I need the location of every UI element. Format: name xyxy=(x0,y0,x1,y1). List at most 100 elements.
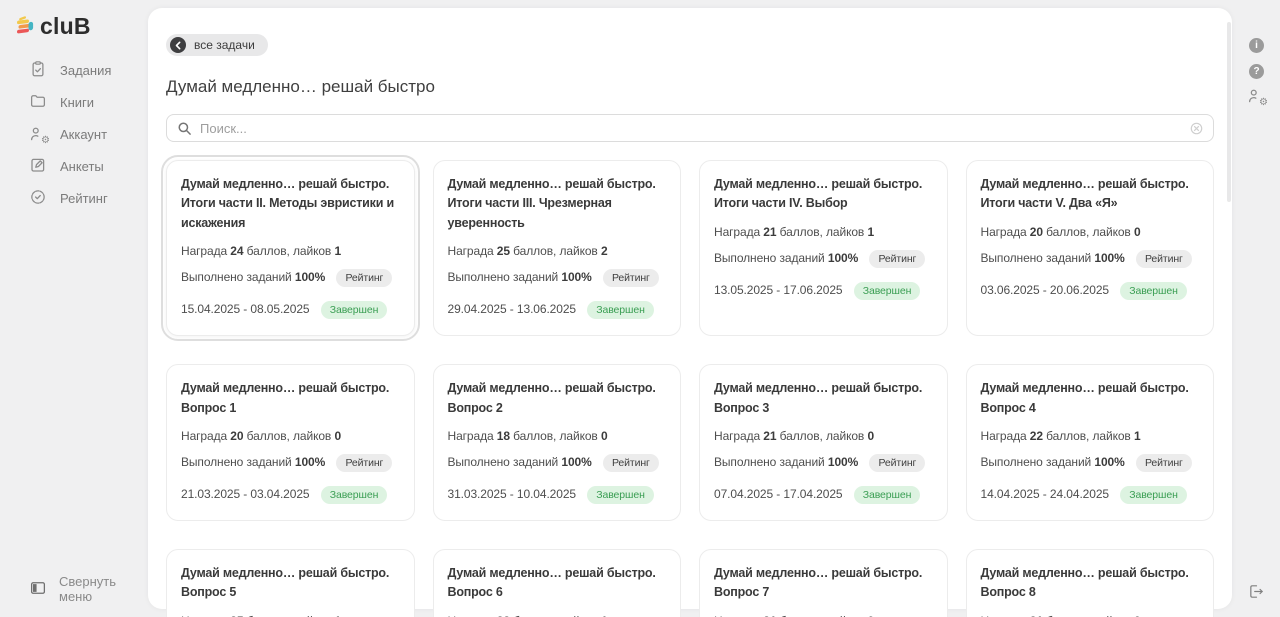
task-card[interactable]: Думай медленно… решай быстро. Итоги част… xyxy=(432,160,681,337)
task-card[interactable]: Думай медленно… решай быстро. Вопрос 7 Н… xyxy=(699,548,948,617)
status-badge: Завершен xyxy=(587,301,654,320)
card-dates-line: 13.05.2025 - 17.06.2025 Завершен xyxy=(714,281,933,300)
card-reward-line: Награда 25 баллов, лайков 2 xyxy=(447,244,608,259)
card-dates: 13.05.2025 - 17.06.2025 xyxy=(714,282,843,297)
card-progress-line: Выполнено заданий 100% Рейтинг xyxy=(981,249,1200,268)
user-gear-icon: ⚙ xyxy=(29,125,50,146)
back-arrow-icon xyxy=(170,37,186,53)
rating-badge: Рейтинг xyxy=(336,453,393,472)
card-dates: 14.04.2025 - 24.04.2025 xyxy=(980,487,1110,502)
status-badge: Завершен xyxy=(1120,485,1187,504)
user-settings-icon[interactable]: ⚙ xyxy=(1247,87,1268,108)
task-card[interactable]: Думай медленно… решай быстро. Вопрос 1 Н… xyxy=(166,364,415,521)
rating-badge: Рейтинг xyxy=(869,453,926,472)
status-badge: Завершен xyxy=(320,301,388,320)
card-reward-line: Награда 18 баллов, лайков 0 xyxy=(447,428,608,443)
search-input[interactable] xyxy=(200,120,1182,136)
card-title: Думай медленно… решай быстро. Вопрос 8 xyxy=(980,565,1189,600)
collapse-menu-label: Свернуть меню xyxy=(59,574,117,604)
card-title: Думай медленно… решай быстро. Вопрос 5 xyxy=(181,565,390,600)
sidebar-item-label: Книги xyxy=(60,94,95,110)
card-progress-line: Выполнено заданий 100% Рейтинг xyxy=(714,249,933,268)
rating-badge: Рейтинг xyxy=(602,453,659,472)
task-card[interactable]: Думай медленно… решай быстро. Итоги част… xyxy=(699,160,948,337)
pencil-square-icon xyxy=(29,156,47,177)
task-card[interactable]: Думай медленно… решай быстро. Вопрос 5 Н… xyxy=(166,548,415,617)
card-dates: 07.04.2025 - 17.04.2025 xyxy=(714,487,843,502)
sidebar-item-label: Анкеты xyxy=(60,158,104,174)
card-reward-line: Награда 20 баллов, лайков 0 xyxy=(980,224,1141,239)
card-progress-line: Выполнено заданий 100% Рейтинг xyxy=(981,453,1200,472)
rating-badge: Рейтинг xyxy=(602,269,659,288)
sidebar-item-label: Рейтинг xyxy=(60,190,108,206)
folder-icon xyxy=(29,92,47,113)
sidebar-item-rating[interactable]: Рейтинг xyxy=(0,182,148,214)
card-reward-line: Награда 22 баллов, лайков 1 xyxy=(980,428,1141,443)
task-card[interactable]: Думай медленно… решай быстро. Вопрос 4 Н… xyxy=(965,364,1214,521)
task-card[interactable]: Думай медленно… решай быстро. Вопрос 2 Н… xyxy=(432,364,681,521)
card-title: Думай медленно… решай быстро. Вопрос 2 xyxy=(447,381,656,415)
logo-b-icon xyxy=(15,15,39,39)
card-title: Думай медленно… решай быстро. Итоги част… xyxy=(181,177,394,230)
status-badge: Завершен xyxy=(320,485,388,504)
search-icon xyxy=(177,121,192,136)
card-dates-line: 31.03.2025 - 10.04.2025 Завершен xyxy=(447,485,667,504)
card-reward-line: Награда 21 баллов, лайков 0 xyxy=(714,428,875,443)
card-progress-line: Выполнено заданий 100% Рейтинг xyxy=(714,453,933,472)
clear-search-icon[interactable] xyxy=(1190,122,1203,135)
task-card[interactable]: Думай медленно… решай быстро. Вопрос 3 Н… xyxy=(699,364,948,521)
card-dates-line: 29.04.2025 - 13.06.2025 Завершен xyxy=(447,301,667,320)
status-badge: Завершен xyxy=(1120,281,1187,300)
card-reward-line: Награда 20 баллов, лайков 0 xyxy=(181,428,342,443)
help-icon[interactable]: ? xyxy=(1249,64,1264,79)
task-card[interactable]: Думай медленно… решай быстро. Итоги част… xyxy=(965,160,1214,337)
rosette-check-icon xyxy=(29,188,47,209)
card-dates: 31.03.2025 - 10.04.2025 xyxy=(447,487,577,502)
card-dates-line: 21.03.2025 - 03.04.2025 Завершен xyxy=(181,485,400,504)
logout-icon[interactable] xyxy=(1248,583,1265,605)
search-bar xyxy=(166,114,1214,142)
card-title: Думай медленно… решай быстро. Итоги част… xyxy=(447,177,656,230)
app-logo[interactable]: cluB xyxy=(15,13,91,40)
sidebar-item-forms[interactable]: Анкеты xyxy=(0,150,148,182)
sidebar-item-account[interactable]: ⚙ Аккаунт xyxy=(0,118,148,150)
card-progress-line: Выполнено заданий 100% Рейтинг xyxy=(448,453,667,472)
task-card[interactable]: Думай медленно… решай быстро. Вопрос 6 Н… xyxy=(432,548,681,617)
clipboard-check-icon xyxy=(29,60,47,81)
sidebar: cluB Задания Книги ⚙ Аккаунт Анкеты Рейт… xyxy=(0,0,148,617)
card-reward-line: Награда 21 баллов, лайков 0 xyxy=(981,614,1200,617)
card-dates-line: 15.04.2025 - 08.05.2025 Завершен xyxy=(181,301,400,320)
card-dates-line: 14.04.2025 - 24.04.2025 Завершен xyxy=(980,485,1200,504)
status-badge: Завершен xyxy=(853,485,921,504)
back-to-all-tasks-button[interactable]: все задачи xyxy=(166,34,268,56)
right-rail: i ? ⚙ xyxy=(1232,0,1280,617)
task-card[interactable]: Думай медленно… решай быстро. Вопрос 8 Н… xyxy=(965,548,1214,617)
task-card[interactable]: Думай медленно… решай быстро. Итоги част… xyxy=(161,154,420,342)
sidebar-item-tasks[interactable]: Задания xyxy=(0,54,148,86)
main-panel: все задачи Думай медленно… решай быстро … xyxy=(148,8,1232,617)
card-title: Думай медленно… решай быстро. Итоги част… xyxy=(980,177,1189,211)
sidebar-nav: Задания Книги ⚙ Аккаунт Анкеты Рейтинг xyxy=(0,54,148,214)
card-reward-line: Награда 24 баллов, лайков 1 xyxy=(181,244,342,259)
status-badge: Завершен xyxy=(587,485,654,504)
gear-glyph: ⚙ xyxy=(1259,97,1268,108)
logo-text: cluB xyxy=(40,13,91,39)
sidebar-item-label: Задания xyxy=(60,62,112,78)
card-dates: 29.04.2025 - 13.06.2025 xyxy=(447,302,577,317)
status-badge: Завершен xyxy=(853,281,921,300)
rating-badge: Рейтинг xyxy=(336,269,393,288)
cards-grid: Думай медленно… решай быстро. Итоги част… xyxy=(161,154,1214,617)
page-title: Думай медленно… решай быстро xyxy=(166,77,435,96)
rating-badge: Рейтинг xyxy=(1135,453,1192,472)
card-title: Думай медленно… решай быстро. Вопрос 4 xyxy=(980,381,1189,415)
card-dates-line: 03.06.2025 - 20.06.2025 Завершен xyxy=(981,281,1200,300)
info-icon[interactable]: i xyxy=(1249,38,1264,53)
sidebar-item-books[interactable]: Книги xyxy=(0,86,148,118)
card-reward-line: Награда 21 баллов, лайков 0 xyxy=(714,614,933,617)
card-title: Думай медленно… решай быстро. Вопрос 6 xyxy=(447,565,656,600)
card-dates: 21.03.2025 - 03.04.2025 xyxy=(181,487,310,502)
card-title: Думай медленно… решай быстро. Вопрос 3 xyxy=(714,381,923,415)
collapse-menu-button[interactable]: Свернуть меню xyxy=(29,574,148,604)
scrollbar[interactable] xyxy=(1227,22,1231,202)
card-title: Думай медленно… решай быстро. Вопрос 7 xyxy=(714,565,923,600)
